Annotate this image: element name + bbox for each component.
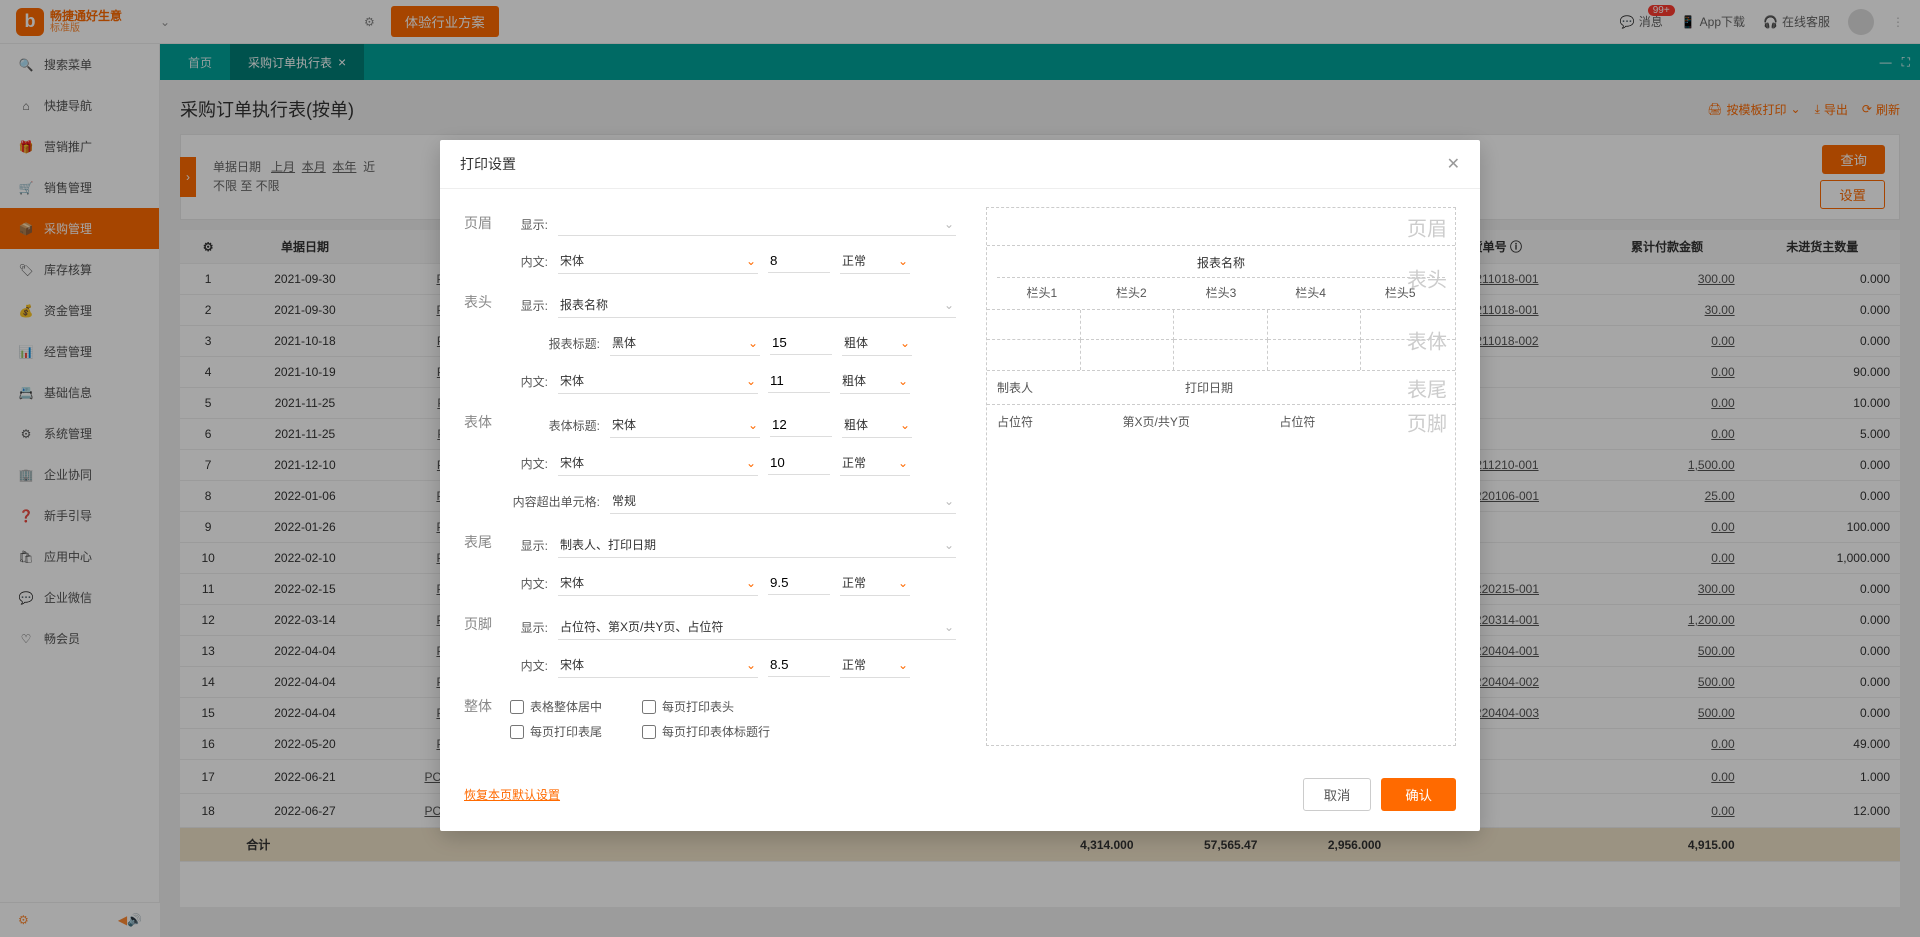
chevron-down-icon: ⌄ <box>748 336 758 350</box>
check-head-each[interactable]: 每页打印表头 <box>642 698 734 715</box>
body-content-font-select[interactable]: 宋体⌄ <box>558 450 758 476</box>
tail-font-select[interactable]: 宋体⌄ <box>558 570 758 596</box>
chevron-down-icon: ⌄ <box>898 576 908 590</box>
overflow-select[interactable]: 常规⌄ <box>610 488 956 514</box>
chevron-down-icon: ⌄ <box>944 538 954 552</box>
section-footer: 页脚 <box>464 608 510 634</box>
modal-mask: 打印设置 ✕ 页眉 显示: ⌄ 内文: 宋体⌄ <box>0 0 1920 937</box>
tail-size-input[interactable] <box>768 571 830 595</box>
chevron-down-icon: ⌄ <box>898 658 908 672</box>
body-title-size-input[interactable] <box>770 413 832 437</box>
chevron-down-icon: ⌄ <box>944 620 954 634</box>
tail-weight-select[interactable]: 正常⌄ <box>840 570 910 596</box>
section-header: 页眉 <box>464 207 510 233</box>
chevron-down-icon: ⌄ <box>944 494 954 508</box>
cancel-button[interactable]: 取消 <box>1303 778 1372 811</box>
chevron-down-icon: ⌄ <box>746 576 756 590</box>
chevron-down-icon: ⌄ <box>748 418 758 432</box>
body-title-font-select[interactable]: 宋体⌄ <box>610 412 760 438</box>
check-center[interactable]: 表格整体居中 <box>510 698 602 715</box>
chevron-down-icon: ⌄ <box>746 658 756 672</box>
footer-size-input[interactable] <box>768 653 830 677</box>
section-tablebody: 表体 <box>464 406 510 432</box>
chevron-down-icon: ⌄ <box>898 254 908 268</box>
chevron-down-icon: ⌄ <box>746 374 756 388</box>
modal-title: 打印设置 <box>460 154 516 174</box>
chevron-down-icon: ⌄ <box>898 456 908 470</box>
header-weight-select[interactable]: 正常⌄ <box>840 248 910 274</box>
header-size-input[interactable] <box>768 249 830 273</box>
section-tablehead: 表头 <box>464 286 510 312</box>
restore-defaults-link[interactable]: 恢复本页默认设置 <box>464 786 560 803</box>
footer-display-select[interactable]: 占位符、第X页/共Y页、占位符⌄ <box>558 614 956 640</box>
body-content-size-input[interactable] <box>768 451 830 475</box>
title-font-select[interactable]: 黑体⌄ <box>610 330 760 356</box>
section-overall: 整体 <box>464 690 510 716</box>
tail-display-select[interactable]: 制表人、打印日期⌄ <box>558 532 956 558</box>
body-title-weight-select[interactable]: 粗体⌄ <box>842 412 912 438</box>
th-content-font-select[interactable]: 宋体⌄ <box>558 368 758 394</box>
chevron-down-icon: ⌄ <box>746 456 756 470</box>
th-content-size-input[interactable] <box>768 369 830 393</box>
header-font-select[interactable]: 宋体⌄ <box>558 248 758 274</box>
header-display-select[interactable]: ⌄ <box>558 213 956 236</box>
print-settings-modal: 打印设置 ✕ 页眉 显示: ⌄ 内文: 宋体⌄ <box>440 140 1480 831</box>
th-content-weight-select[interactable]: 粗体⌄ <box>840 368 910 394</box>
section-tabletail: 表尾 <box>464 526 510 552</box>
title-weight-select[interactable]: 粗体⌄ <box>842 330 912 356</box>
title-size-input[interactable] <box>770 331 832 355</box>
check-body-title-each[interactable]: 每页打印表体标题行 <box>642 723 770 740</box>
chevron-down-icon: ⌄ <box>746 254 756 268</box>
confirm-button[interactable]: 确认 <box>1381 778 1456 811</box>
chevron-down-icon: ⌄ <box>900 336 910 350</box>
chevron-down-icon: ⌄ <box>898 374 908 388</box>
chevron-down-icon: ⌄ <box>900 418 910 432</box>
print-preview: 页眉 报表名称 表头 栏头1栏头2栏头3栏头4栏头5 表体 制表人打印日期 <box>986 207 1456 746</box>
chevron-down-icon: ⌄ <box>944 217 954 231</box>
body-content-weight-select[interactable]: 正常⌄ <box>840 450 910 476</box>
footer-weight-select[interactable]: 正常⌄ <box>840 652 910 678</box>
close-icon[interactable]: ✕ <box>1447 154 1460 174</box>
tablehead-display-select[interactable]: 报表名称⌄ <box>558 292 956 318</box>
chevron-down-icon: ⌄ <box>944 298 954 312</box>
check-tail-each[interactable]: 每页打印表尾 <box>510 723 602 740</box>
footer-font-select[interactable]: 宋体⌄ <box>558 652 758 678</box>
